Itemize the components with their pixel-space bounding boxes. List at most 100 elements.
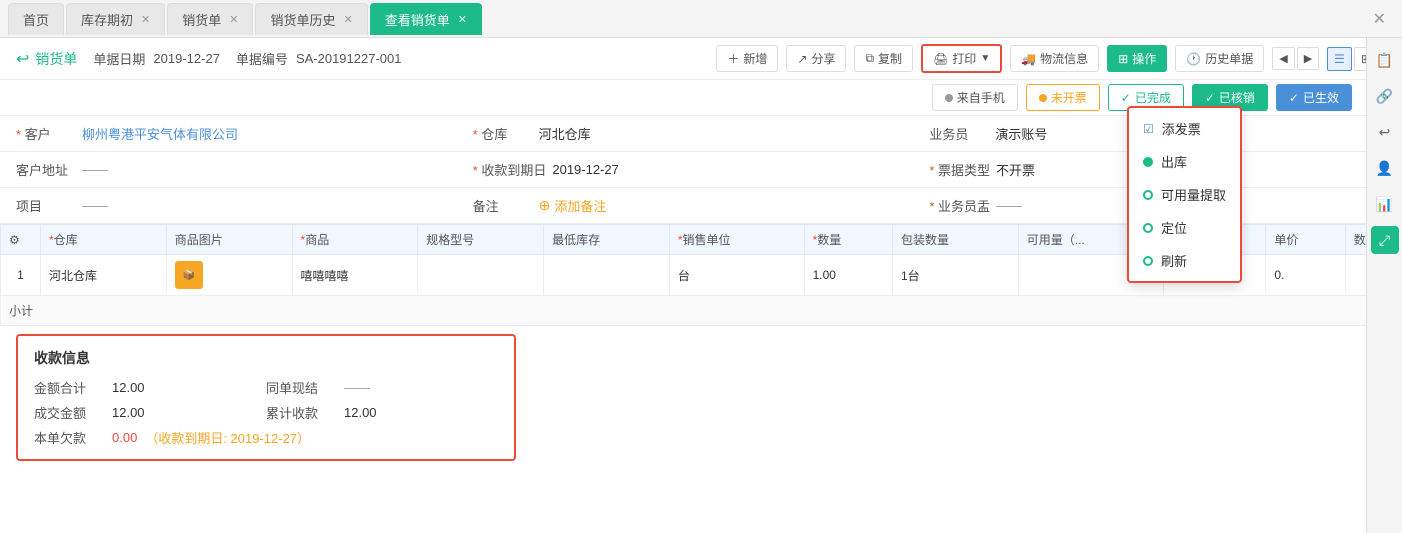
form-title-text: 销货单 [35,49,77,69]
radio-dot-outbound [1143,157,1153,167]
locate-label: 定位 [1161,218,1187,237]
payment-grid: 金额合计 12.00 同单现结 —— 成交金额 12.00 累计收款 12.00… [34,378,498,447]
salesperson-label: 业务员 [929,124,989,143]
print-icon: 🖨 [933,52,948,66]
col-warehouse: *仓库 [41,225,167,255]
history-icon: 🕐 [1186,52,1201,66]
logistics-button[interactable]: 🚚 物流信息 [1010,45,1099,72]
print-button[interactable]: 🖨 打印 ▼ [921,44,1002,73]
tab-sales-history[interactable]: 销货单历史 ✕ [255,3,367,35]
transaction-amount-value: 12.00 [112,405,145,420]
warehouse-label: 仓库 [473,124,533,143]
cumulative-row: 累计收款 12.00 [266,403,498,422]
list-view-button[interactable]: ☰ [1327,47,1352,71]
form-meta: 单据日期 2019-12-27 单据编号 SA-20191227-001 [93,49,401,68]
not-open-label: 未开票 [1051,89,1087,106]
tab-home-label: 首页 [23,10,49,29]
transaction-amount-label: 成交金额 [34,403,104,422]
not-open-button[interactable]: 未开票 [1026,84,1100,111]
tab-view-close[interactable]: ✕ [458,13,467,26]
project-label: 项目 [16,196,76,215]
tab-inventory-label: 库存期初 [81,10,133,29]
same-order-row: 同单现结 —— [266,378,498,397]
sidebar-icon-doc[interactable]: 📋 [1371,46,1399,74]
salesperson-value: 演示账号 [995,124,1047,143]
row-qty: 1.00 [804,255,892,296]
refresh-item[interactable]: 刷新 [1129,244,1240,277]
share-icon: ↗ [797,52,807,66]
col-price: 单价 [1266,225,1345,255]
logistics-label: 物流信息 [1040,50,1088,67]
from-phone-label: 来自手机 [957,89,1005,106]
sidebar-icon-user[interactable]: 👤 [1371,154,1399,182]
note-placeholder: 添加备注 [554,196,606,215]
copy-label: 复制 [878,50,902,67]
locate-item[interactable]: 定位 [1129,211,1240,244]
from-phone-button[interactable]: 来自手机 [932,84,1018,111]
customer-addr-value: —— [82,162,108,177]
customer-value[interactable]: 柳州粤港平安气体有限公司 [82,124,238,143]
payment-date-field: 收款到期日 2019-12-27 [473,160,930,179]
tab-inventory-close[interactable]: ✕ [141,13,150,26]
row-index: 1 [1,255,41,296]
window-close[interactable]: ✕ [1365,9,1394,29]
sales-order-icon: ↩ [16,49,29,69]
effective-button[interactable]: ✓ 已生效 [1276,84,1352,111]
col-min-stock: 最低库存 [544,225,670,255]
col-gear[interactable]: ⚙ [1,225,41,255]
truck-icon: 🚚 [1021,52,1036,66]
tab-home[interactable]: 首页 [8,3,64,35]
operations-label: 操作 [1132,50,1156,67]
sidebar-icon-expand[interactable]: ⤢ [1371,226,1399,254]
prev-button[interactable]: ◀ [1272,47,1294,70]
due-date-text: （收款到期日: 2019-12-27） [145,428,310,447]
copy-button[interactable]: ⧉ 复制 [854,45,913,72]
outbound-item[interactable]: 出库 [1129,145,1240,178]
add-invoice-item[interactable]: ☑ 添发票 [1129,112,1240,145]
customer-addr-field: 客户地址 —— [16,160,473,179]
effective-check-icon: ✓ [1289,91,1299,105]
right-sidebar: 📋 🔗 ↩ 👤 📊 ⤢ [1366,38,1402,533]
tab-history-label: 销货单历史 [270,10,335,29]
history-label: 历史单据 [1205,50,1253,67]
tab-history-close[interactable]: ✕ [344,13,353,26]
number-meta: 单据编号 SA-20191227-001 [236,49,402,68]
current-due-label: 本单欠款 [34,428,104,447]
form-header: ↩ 销货单 单据日期 2019-12-27 单据编号 SA-20191227-0… [0,41,708,77]
history-button[interactable]: 🕐 历史单据 [1175,45,1264,72]
available-pickup-item[interactable]: 可用量提取 [1129,178,1240,211]
effective-label: 已生效 [1303,89,1339,106]
tab-inventory-init[interactable]: 库存期初 ✕ [66,3,165,35]
warehouse-value: 河北仓库 [539,124,591,143]
radio-dot-available [1143,190,1153,200]
tab-sales-close[interactable]: ✕ [229,13,238,26]
tab-view-sales[interactable]: 查看销货单 ✕ [370,3,482,35]
share-button[interactable]: ↗ 分享 [786,45,846,72]
radio-dot-refresh [1143,256,1153,266]
phone-dot [945,94,953,102]
sidebar-icon-return[interactable]: ↩ [1371,118,1399,146]
row-pack-qty: 1台 [893,255,1019,296]
share-label: 分享 [811,50,835,67]
operations-button[interactable]: ⊞ 操作 [1107,45,1167,72]
plus-icon: ＋ [727,50,739,67]
current-due-value: 0.00 [112,430,137,445]
tab-view-label: 查看销货单 [385,10,450,29]
row-product: 嘻嘻嘻嘻 [292,255,418,296]
sidebar-icon-chart[interactable]: 📊 [1371,190,1399,218]
note-label: 备注 [473,196,533,215]
new-button[interactable]: ＋ 新增 [716,45,778,72]
number-label: 单据编号 [236,49,288,68]
tab-sales-order[interactable]: 销货单 ✕ [167,3,253,35]
date-meta: 单据日期 2019-12-27 [93,49,220,68]
sidebar-icon-link[interactable]: 🔗 [1371,82,1399,110]
subtotal-row: 小计 [1,296,1402,326]
payment-box: 收款信息 金额合计 12.00 同单现结 —— 成交金额 12.00 累计收款 … [16,334,516,461]
payment-date-label: 收款到期日 [473,160,547,179]
add-note-button[interactable]: ⊕ 添加备注 [539,196,607,215]
col-pack-qty: 包装数量 [893,225,1019,255]
total-amount-row: 金额合计 12.00 [34,378,266,397]
project-value: —— [82,198,108,213]
add-invoice-label: 添发票 [1162,119,1201,138]
next-button[interactable]: ▶ [1297,47,1319,70]
